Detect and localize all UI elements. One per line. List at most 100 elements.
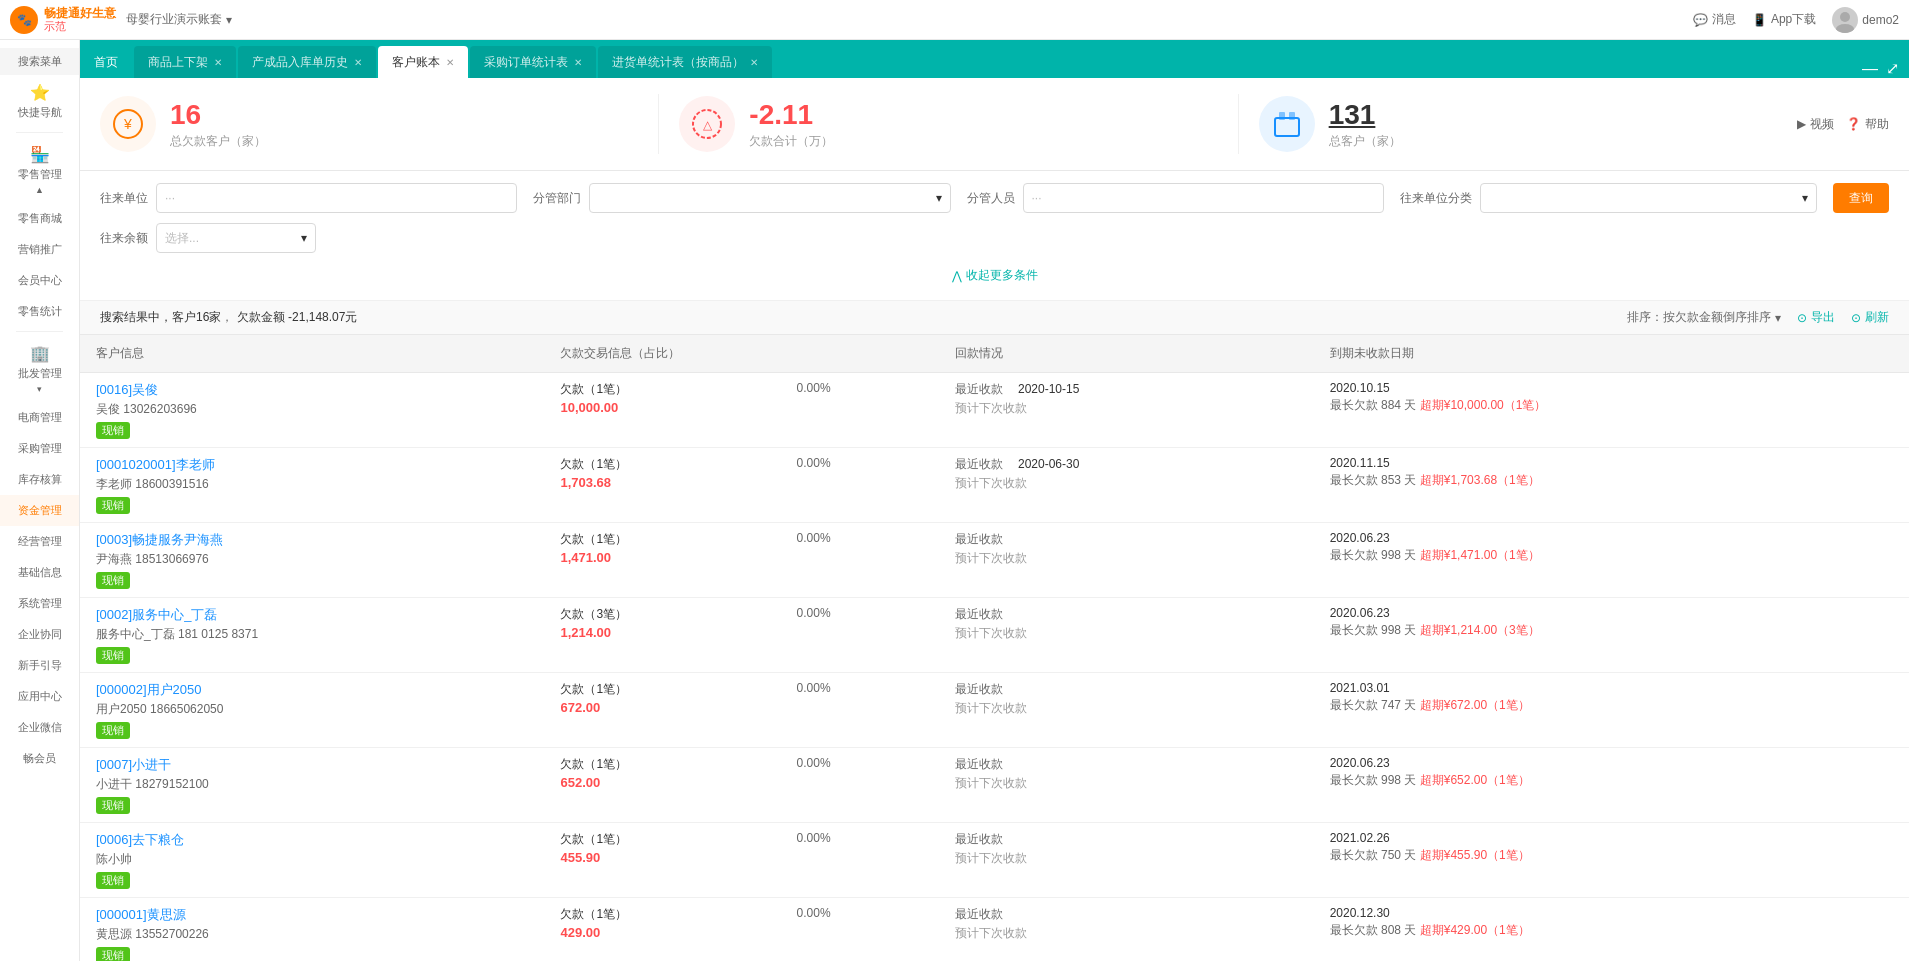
video-btn[interactable]: ▶ 视频 <box>1797 116 1834 133</box>
cell-debt-percent-7: 0.00% <box>781 898 939 962</box>
messages-btn[interactable]: 💬 消息 <box>1693 11 1736 28</box>
filter-select-dept[interactable]: ▾ <box>589 183 950 213</box>
tab-close-icon2[interactable]: ✕ <box>354 57 362 68</box>
collection-next-6: 预计下次收款 <box>955 850 1298 867</box>
customer-tag-7: 现销 <box>96 947 130 961</box>
overdue-link-0[interactable]: 超期¥10,000.00（1笔） <box>1420 398 1547 412</box>
customer-name-link-5[interactable]: [0007]小进干 <box>96 756 528 774</box>
search-button[interactable]: 查询 <box>1833 183 1889 213</box>
tab-production-history[interactable]: 产成品入库单历史 ✕ <box>238 46 376 78</box>
tab-close-icon5[interactable]: ✕ <box>750 57 758 68</box>
debt-percent-7: 0.00% <box>797 906 923 920</box>
collection-next-2: 预计下次收款 <box>955 550 1298 567</box>
overdue-link-3[interactable]: 超期¥1,214.00（3笔） <box>1420 623 1540 637</box>
filter-item-dept: 分管部门 ▾ <box>533 183 950 213</box>
overdue-link-2[interactable]: 超期¥1,471.00（1笔） <box>1420 548 1540 562</box>
filter-label-balance: 往来余额 <box>100 230 148 247</box>
tab-home[interactable]: 首页 <box>80 46 132 78</box>
stat-actions: ▶ 视频 ❓ 帮助 <box>1797 116 1889 133</box>
tab-purchase-by-product[interactable]: 进货单统计表（按商品） ✕ <box>598 46 772 78</box>
overdue-link-5[interactable]: 超期¥652.00（1笔） <box>1420 773 1530 787</box>
stat-label-debt: 欠款合计（万） <box>749 133 833 150</box>
sidebar-item-enterprise[interactable]: 企业协同 <box>0 619 79 650</box>
overdue-link-1[interactable]: 超期¥1,703.68（1笔） <box>1420 473 1540 487</box>
filter-input-partner[interactable]: ··· <box>156 183 517 213</box>
filter-input-person[interactable]: ··· <box>1023 183 1384 213</box>
overdue-date-5: 2020.06.23 <box>1330 756 1893 770</box>
sidebar-item-retail-manage[interactable]: 🏪 零售管理 ▲ <box>0 137 79 203</box>
sidebar-item-retail-mall[interactable]: 零售商城 <box>0 203 79 234</box>
stat-divider-1 <box>658 94 659 154</box>
customer-name-link-7[interactable]: [000001]黄思源 <box>96 906 528 924</box>
collection-next-0: 预计下次收款 <box>955 400 1298 417</box>
message-icon: 💬 <box>1693 13 1708 27</box>
sidebar-item-wechat[interactable]: 企业微信 <box>0 712 79 743</box>
sidebar-item-purchase[interactable]: 采购管理 <box>0 433 79 464</box>
tab-close-icon3[interactable]: ✕ <box>446 57 454 68</box>
result-actions: 排序：按欠款金额倒序排序 ▾ ⊙ 导出 ⊙ 刷新 <box>1627 309 1889 326</box>
maximize-btn[interactable]: ⤢ <box>1886 59 1899 78</box>
star-icon: ⭐ <box>30 83 50 102</box>
sidebar-item-inventory[interactable]: 库存核算 <box>0 464 79 495</box>
sidebar-item-ecommerce[interactable]: 电商管理 <box>0 402 79 433</box>
debt-count-5: 欠款（1笔） <box>560 756 764 773</box>
tab-product-listing[interactable]: 商品上下架 ✕ <box>134 46 236 78</box>
tab-customer-account[interactable]: 客户账本 ✕ <box>378 46 468 78</box>
filter-item-partner: 往来单位 ··· <box>100 183 517 213</box>
table-header: 客户信息 欠款交易信息（占比） 回款情况 到期未收款日期 <box>80 335 1909 373</box>
filter-select-category[interactable]: ▾ <box>1480 183 1817 213</box>
sidebar-item-finance[interactable]: 资金管理 <box>0 495 79 526</box>
sidebar-item-wholesale[interactable]: 🏢 批发管理 ▾ <box>0 336 79 402</box>
overdue-link-4[interactable]: 超期¥672.00（1笔） <box>1420 698 1530 712</box>
video-icon: ▶ <box>1797 117 1806 131</box>
help-btn[interactable]: ❓ 帮助 <box>1846 116 1889 133</box>
overdue-days-6: 最长欠款 750 天 超期¥455.90（1笔） <box>1330 847 1893 864</box>
sort-icon: ▾ <box>1775 311 1781 325</box>
sidebar-item-retail-stats[interactable]: 零售统计 <box>0 296 79 327</box>
sort-button[interactable]: 排序：按欠款金额倒序排序 ▾ <box>1627 309 1781 326</box>
cell-overdue-2: 2020.06.23 最长欠款 998 天 超期¥1,471.00（1笔） <box>1314 523 1909 598</box>
customer-name-link-4[interactable]: [000002]用户2050 <box>96 681 528 699</box>
customer-name-link-1[interactable]: [0001020001]李老师 <box>96 456 528 474</box>
tab-close-icon[interactable]: ✕ <box>214 57 222 68</box>
customer-name-link-2[interactable]: [0003]畅捷服务尹海燕 <box>96 531 528 549</box>
sidebar-item-member[interactable]: 会员中心 <box>0 265 79 296</box>
collection-recent-7: 最近收款 <box>955 906 1298 923</box>
filter-item-balance: 往来余额 选择... ▾ <box>100 223 350 253</box>
stat-number-total: 131 <box>1329 99 1401 131</box>
company-selector[interactable]: 母婴行业演示账套 ▾ <box>126 11 232 28</box>
sidebar-item-basic-info[interactable]: 基础信息 <box>0 557 79 588</box>
export-button[interactable]: ⊙ 导出 <box>1797 309 1835 326</box>
table-row: [000001]黄思源 黄思源 13552700226 现销 欠款（1笔） 42… <box>80 898 1909 962</box>
customer-name-link-6[interactable]: [0006]去下粮仓 <box>96 831 528 849</box>
customer-name-link-3[interactable]: [0002]服务中心_丁磊 <box>96 606 528 624</box>
cell-debt-percent-6: 0.00% <box>781 823 939 898</box>
collapse-bar[interactable]: ⋀ 收起更多条件 <box>100 263 1889 288</box>
collection-recent-3: 最近收款 <box>955 606 1298 623</box>
sidebar-item-system[interactable]: 系统管理 <box>0 588 79 619</box>
refresh-button[interactable]: ⊙ 刷新 <box>1851 309 1889 326</box>
overdue-date-2: 2020.06.23 <box>1330 531 1893 545</box>
sidebar-item-guide[interactable]: 新手引导 <box>0 650 79 681</box>
app-download-btn[interactable]: 📱 App下载 <box>1752 11 1816 28</box>
user-avatar[interactable]: demo2 <box>1832 7 1899 33</box>
tab-purchase-stats[interactable]: 采购订单统计表 ✕ <box>470 46 596 78</box>
filter-select-balance[interactable]: 选择... ▾ <box>156 223 316 253</box>
overdue-link-6[interactable]: 超期¥455.90（1笔） <box>1420 848 1530 862</box>
overdue-link-7[interactable]: 超期¥429.00（1笔） <box>1420 923 1530 937</box>
cell-debt-0: 欠款（1笔） 10,000.00 <box>544 373 780 448</box>
minimize-btn[interactable]: — <box>1862 60 1878 78</box>
sidebar-item-operations[interactable]: 经营管理 <box>0 526 79 557</box>
table-row: [0007]小进干 小进干 18279152100 现销 欠款（1笔） 652.… <box>80 748 1909 823</box>
cell-customer-0: [0016]吴俊 吴俊 13026203696 现销 <box>80 373 544 448</box>
debt-count-7: 欠款（1笔） <box>560 906 764 923</box>
customer-name-link-0[interactable]: [0016]吴俊 <box>96 381 528 399</box>
cell-customer-5: [0007]小进干 小进干 18279152100 现销 <box>80 748 544 823</box>
search-menu-item[interactable]: 搜索菜单 <box>0 48 79 75</box>
sidebar-item-member2[interactable]: 畅会员 <box>0 743 79 774</box>
sidebar-item-marketing[interactable]: 营销推广 <box>0 234 79 265</box>
retail-icon: 🏪 <box>30 145 50 164</box>
sidebar-item-app-center[interactable]: 应用中心 <box>0 681 79 712</box>
tab-close-icon4[interactable]: ✕ <box>574 57 582 68</box>
sidebar-item-quick-nav[interactable]: ⭐ 快捷导航 <box>0 75 79 128</box>
